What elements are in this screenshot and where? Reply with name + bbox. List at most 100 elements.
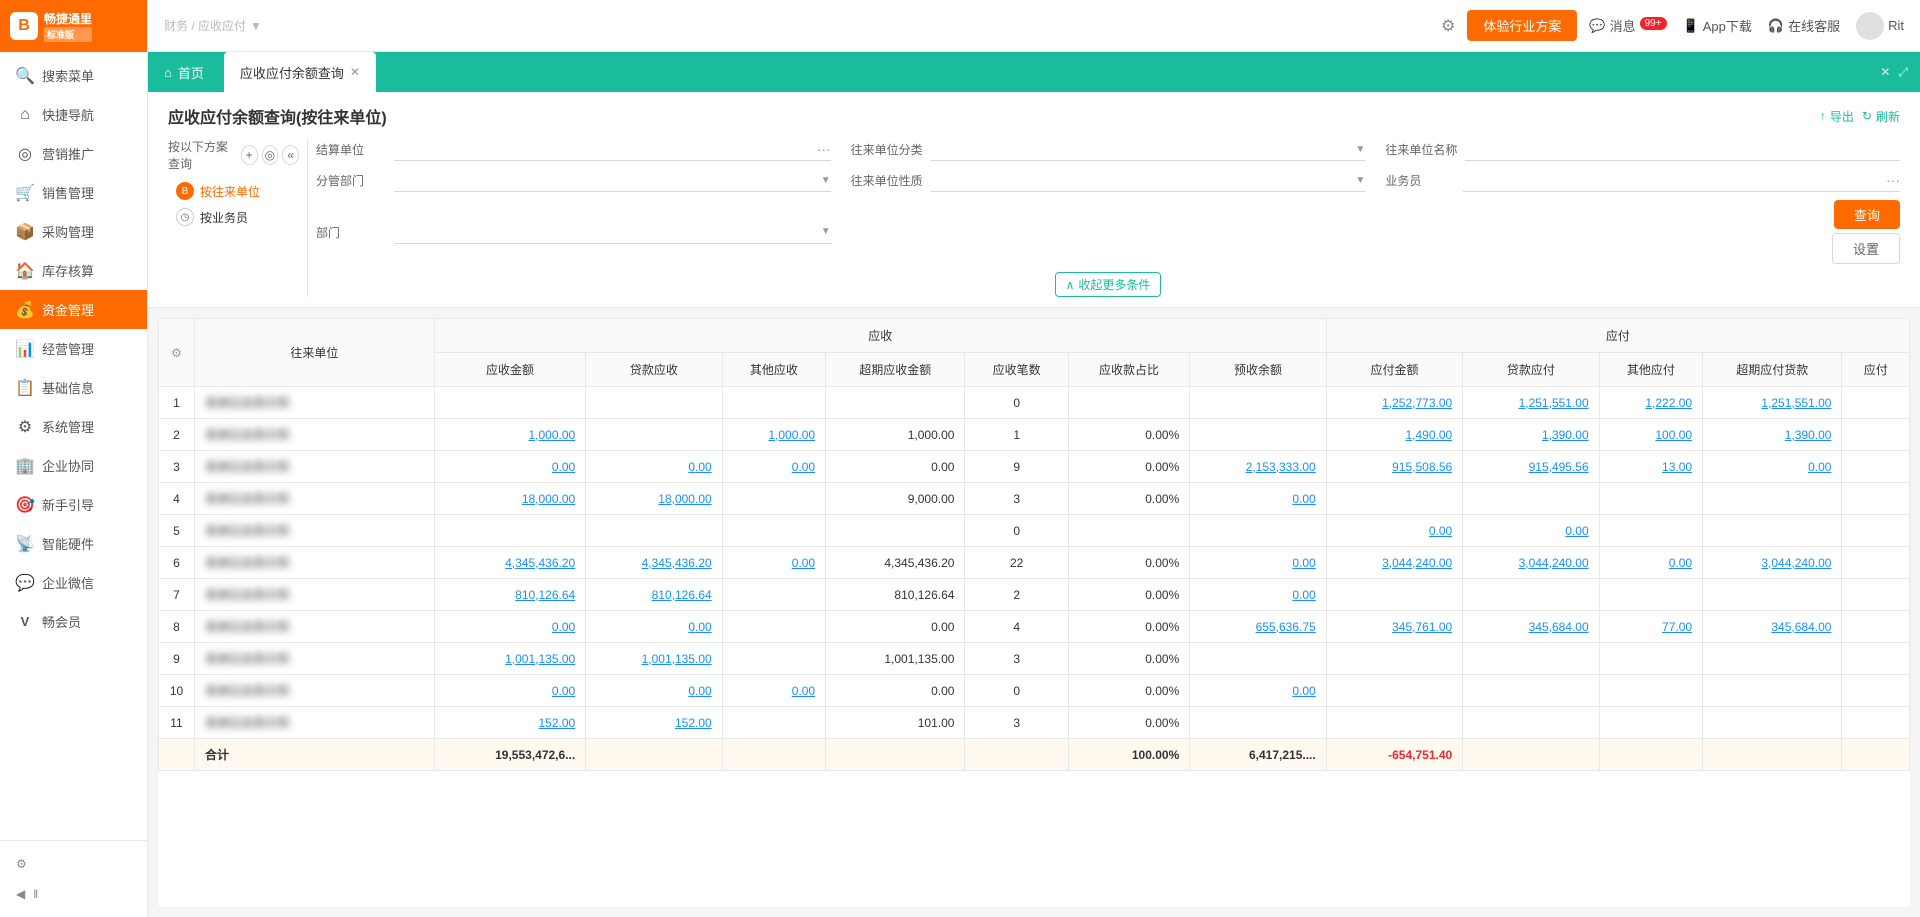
tabbar-close-icon[interactable]: ✕ — [1880, 65, 1890, 79]
sidebar-item-inventory[interactable]: 🏠 库存核算 — [0, 251, 147, 290]
filter-department: 部门 ▼ — [316, 200, 831, 264]
unit-name-label: 往来单位名称 — [1385, 141, 1457, 158]
sidebar-item-marketing[interactable]: ◎ 营销推广 — [0, 134, 147, 173]
sidebar-item-operations[interactable]: 📊 经营管理 — [0, 329, 147, 368]
finance-icon: 💰 — [16, 301, 34, 319]
topbar-actions: 💬 消息 99+ 📱 App下载 🎧 在线客服 Rit — [1589, 12, 1904, 40]
query-button[interactable]: 查询 — [1834, 200, 1900, 229]
salesperson-input[interactable]: ··· — [1463, 169, 1900, 192]
member-icon: V — [16, 613, 34, 631]
promo-button[interactable]: 体验行业方案 — [1467, 10, 1577, 41]
table-row: 8来单位名称示例0.000.000.0040.00%655,636.75345,… — [159, 611, 1910, 643]
sidebar-footer-collapse[interactable]: ◀ ‖ — [0, 879, 147, 909]
unit-name-field[interactable] — [1465, 138, 1900, 160]
sidebar-item-quick-nav[interactable]: ⌂ 快捷导航 — [0, 95, 147, 134]
sidebar-item-basic[interactable]: 📋 基础信息 — [0, 368, 147, 407]
setting-button[interactable]: 设置 — [1832, 233, 1900, 264]
sidebar-item-hardware[interactable]: 📡 智能硬件 — [0, 524, 147, 563]
scheme-by-unit[interactable]: B 按往来单位 — [168, 178, 299, 204]
settlement-unit-field[interactable] — [394, 138, 817, 160]
table-settings-icon[interactable]: ⚙ — [171, 346, 182, 360]
content: 应收应付余额查询(按往来单位) ↑ 导出 ↻ 刷新 — [148, 92, 1920, 917]
settlement-unit-label: 结算单位 — [316, 141, 386, 158]
unit-nature-input[interactable]: ▼ — [931, 169, 1366, 192]
settlement-unit-ellipsis-icon[interactable]: ··· — [817, 141, 831, 157]
th-ar-other: 其他应收 — [722, 353, 825, 387]
salesperson-field[interactable] — [1463, 169, 1886, 191]
table-container: ⚙ 往来单位 应收 应付 应收金额 贷款应收 其他应收 超期应收金额 应收笔数 — [158, 318, 1910, 907]
scheme-by-staff-label: 按业务员 — [200, 209, 248, 226]
tab-home[interactable]: ⌂ 首页 — [148, 52, 220, 92]
department-chevron-icon[interactable]: ▼ — [821, 226, 831, 237]
refresh-icon: ↻ — [1862, 109, 1872, 123]
add-scheme-button[interactable]: + — [241, 145, 258, 165]
sidebar-item-member[interactable]: V 畅会员 — [0, 602, 147, 641]
export-icon: ↑ — [1820, 109, 1826, 123]
topbar: 财务 / 应收应付 ▼ ⚙ 体验行业方案 💬 消息 99+ 📱 App下载 🎧 … — [148, 0, 1920, 52]
dept-manager-label: 分管部门 — [316, 172, 386, 189]
collapse-up-icon: ∧ — [1066, 278, 1075, 292]
department-input[interactable]: ▼ — [394, 221, 831, 244]
scheme-collapse-button[interactable]: « — [282, 145, 299, 165]
scheme-settings-button[interactable]: ◎ — [262, 145, 279, 165]
dept-manager-chevron-icon[interactable]: ▼ — [821, 175, 831, 186]
app-download-button[interactable]: 📱 App下载 — [1683, 16, 1752, 35]
sidebar-item-sales[interactable]: 🛒 销售管理 — [0, 173, 147, 212]
operations-icon: 📊 — [16, 340, 34, 358]
th-ar-overdue: 超期应收金额 — [826, 353, 965, 387]
sidebar-item-system[interactable]: ⚙ 系统管理 — [0, 407, 147, 446]
salesperson-ellipsis-icon[interactable]: ··· — [1886, 172, 1900, 188]
unit-nature-label: 往来单位性质 — [851, 172, 923, 189]
messages-label: 消息 — [1610, 16, 1636, 35]
tabbar: ⌂ 首页 应收应付余额查询 ✕ ✕ ⤢ — [148, 52, 1920, 92]
sidebar-item-finance[interactable]: 💰 资金管理 — [0, 290, 147, 329]
table-row: 4来单位名称示例18,000.0018,000.009,000.0030.00%… — [159, 483, 1910, 515]
th-ap-other: 其他应付 — [1599, 353, 1702, 387]
unit-category-field[interactable] — [931, 138, 1356, 160]
sidebar-nav: 🔍 搜索菜单 ⌂ 快捷导航 ◎ 营销推广 🛒 销售管理 📦 采购管理 🏠 库 — [0, 52, 147, 840]
total-ar-overdue — [826, 739, 965, 771]
tabbar-expand-icon[interactable]: ⤢ — [1898, 65, 1908, 80]
export-button[interactable]: ↑ 导出 — [1820, 108, 1854, 125]
collapse-button[interactable]: ∧ 收起更多条件 — [1055, 272, 1162, 297]
quick-nav-icon: ⌂ — [16, 106, 34, 124]
total-ar-count — [965, 739, 1068, 771]
collapse-icon: ◀ — [16, 887, 25, 901]
page-header-actions: ↑ 导出 ↻ 刷新 — [1820, 108, 1900, 125]
sidebar-item-purchase[interactable]: 📦 采购管理 — [0, 212, 147, 251]
sidebar-footer-settings[interactable]: ⚙ — [0, 849, 147, 879]
unit-category-chevron-icon[interactable]: ▼ — [1355, 144, 1365, 155]
user-profile[interactable]: Rit — [1856, 12, 1904, 40]
scheme-by-staff[interactable]: ◷ 按业务员 — [168, 204, 299, 230]
refresh-button[interactable]: ↻ 刷新 — [1862, 108, 1900, 125]
dept-manager-input[interactable]: ▼ — [394, 169, 831, 192]
online-service-button[interactable]: 🎧 在线客服 — [1768, 16, 1840, 35]
table-row: 5来单位名称示例00.000.00 — [159, 515, 1910, 547]
inventory-icon: 🏠 — [16, 262, 34, 280]
tab-close-icon[interactable]: ✕ — [350, 65, 360, 79]
tab-ar-ap[interactable]: 应收应付余额查询 ✕ — [224, 52, 376, 92]
unit-category-input[interactable]: ▼ — [931, 138, 1366, 161]
dept-manager-field[interactable] — [394, 169, 821, 191]
unit-nature-field[interactable] — [931, 169, 1356, 191]
filter-unit-category: 往来单位分类 ▼ — [851, 138, 1366, 161]
sidebar-item-guide[interactable]: 🎯 新手引导 — [0, 485, 147, 524]
tabbar-right: ✕ ⤢ — [1880, 65, 1920, 80]
sidebar-label-marketing: 营销推广 — [42, 144, 94, 163]
sidebar-item-wechat[interactable]: 💬 企业微信 — [0, 563, 147, 602]
home-icon: ⌂ — [164, 65, 172, 80]
hardware-icon: 📡 — [16, 535, 34, 553]
main-area: 财务 / 应收应付 ▼ ⚙ 体验行业方案 💬 消息 99+ 📱 App下载 🎧 … — [148, 0, 1920, 917]
unit-name-input[interactable] — [1465, 138, 1900, 161]
unit-nature-chevron-icon[interactable]: ▼ — [1355, 175, 1365, 186]
settlement-unit-input[interactable]: ··· — [394, 138, 831, 161]
gear-icon[interactable]: ⚙ — [1441, 16, 1455, 36]
messages-button[interactable]: 💬 消息 99+ — [1589, 16, 1666, 35]
filter-salesperson: 业务员 ··· — [1385, 169, 1900, 192]
th-unit: 往来单位 — [195, 319, 435, 387]
sidebar-item-search-menu[interactable]: 🔍 搜索菜单 — [0, 56, 147, 95]
sidebar-item-enterprise[interactable]: 🏢 企业协同 — [0, 446, 147, 485]
th-ap-amount: 应付金额 — [1326, 353, 1462, 387]
department-field[interactable] — [394, 221, 821, 243]
th-ar-count: 应收笔数 — [965, 353, 1068, 387]
